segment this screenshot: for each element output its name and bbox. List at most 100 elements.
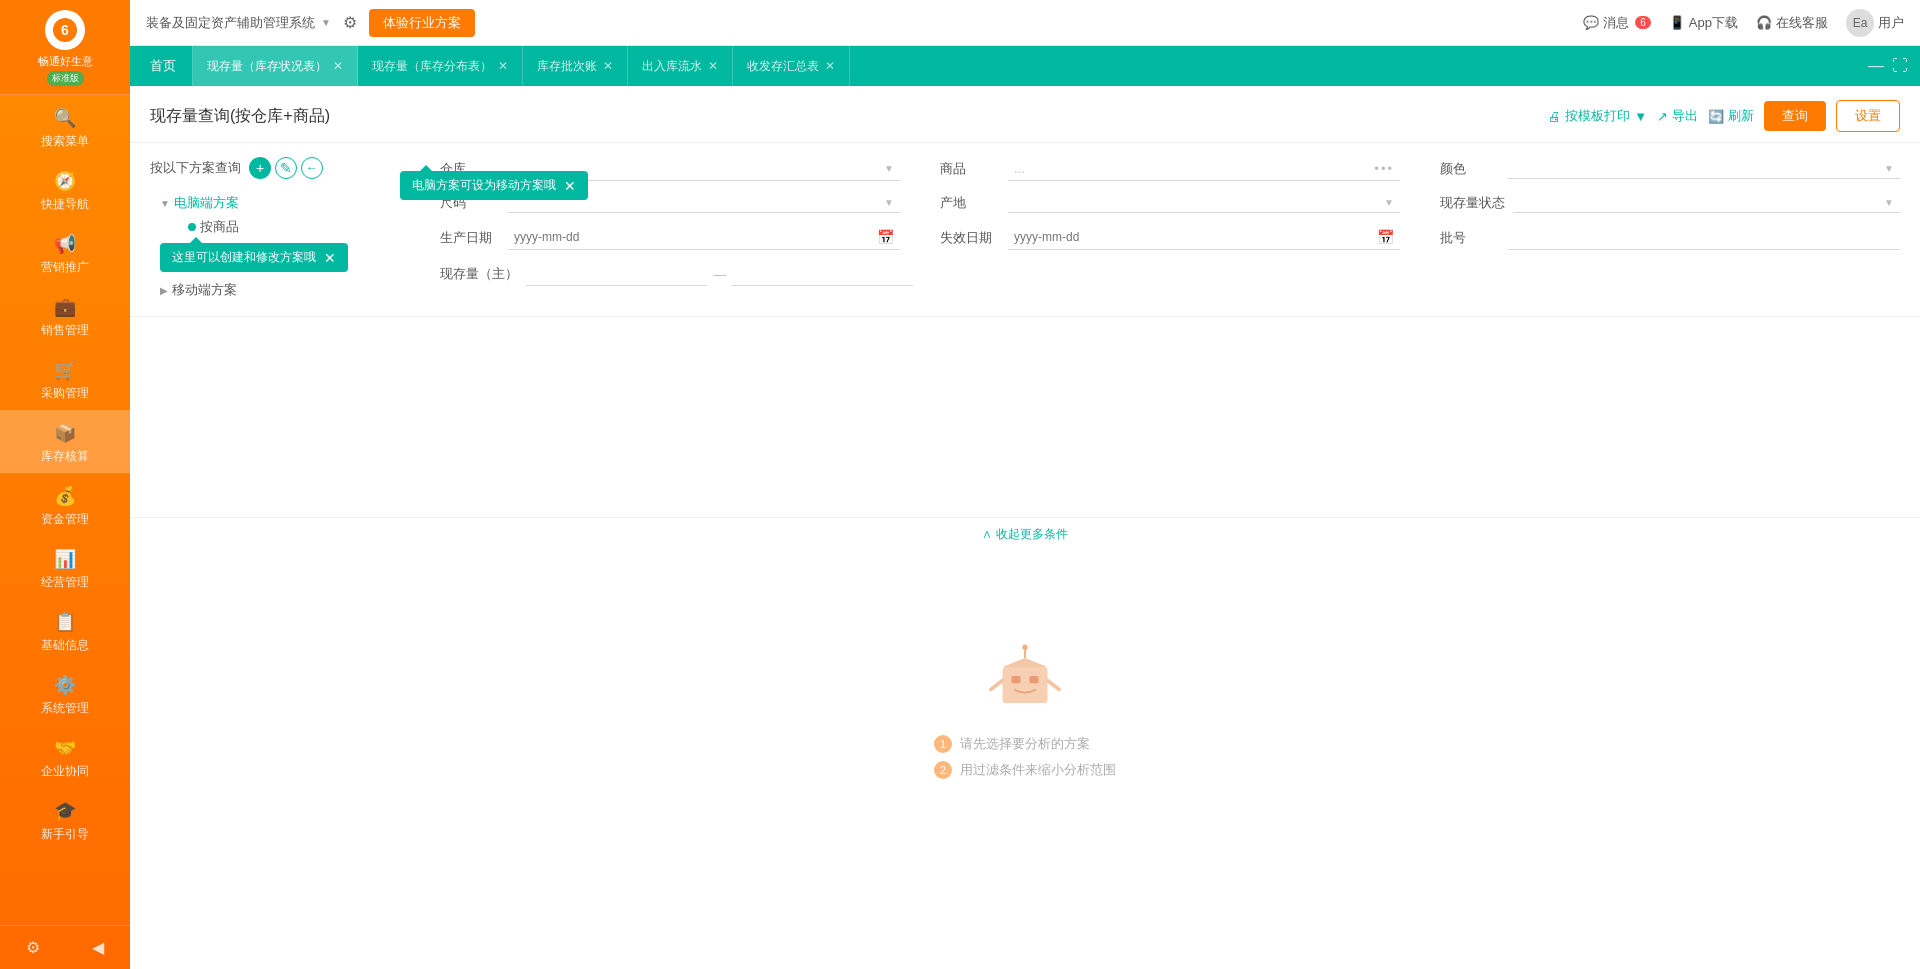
sidebar-item-operations[interactable]: 📊 经营管理 xyxy=(0,536,130,599)
stock-main-range: — xyxy=(526,262,913,286)
tab-inout-flow[interactable]: 出入库流水 ✕ xyxy=(628,46,733,86)
goods-select[interactable]: ... ••• xyxy=(1008,157,1400,181)
tab-bar: 首页 现存量（库存状况表） ✕ 现存量（库存分布表） ✕ 库存批次账 ✕ 出入库… xyxy=(130,46,1920,86)
svg-rect-3 xyxy=(1012,676,1021,683)
stock-status-label: 现存量状态 xyxy=(1440,194,1505,212)
reset-button[interactable]: 设置 xyxy=(1836,100,1900,132)
collapse-bar[interactable]: ∧ 收起更多条件 xyxy=(130,517,1920,551)
tab-label: 库存批次账 xyxy=(537,58,597,75)
origin-select[interactable]: ▼ xyxy=(1008,193,1400,213)
scheme-expand-icon: ▼ xyxy=(160,198,170,209)
filter-area: 按以下方案查询 + ✎ ← 电脑方案可设为移动方案哦 ✕ ▼ 电脑端方案 xyxy=(130,143,1920,317)
search-menu-icon: 🔍 xyxy=(54,107,76,129)
sidebar-item-enterprise[interactable]: 🤝 企业协同 xyxy=(0,725,130,788)
sidebar-item-guide[interactable]: 🎓 新手引导 xyxy=(0,788,130,851)
print-button[interactable]: 🖨 按模板打印 ▼ xyxy=(1548,107,1647,125)
tab-inventory-status[interactable]: 现存量（库存状况表） ✕ xyxy=(193,46,358,86)
industry-solution-button[interactable]: 体验行业方案 xyxy=(369,9,475,37)
export-button[interactable]: ↗ 导出 xyxy=(1657,107,1698,125)
scheme-desktop-label: 电脑端方案 xyxy=(174,194,239,212)
sidebar-item-system[interactable]: ⚙️ 系统管理 xyxy=(0,662,130,725)
sidebar-logo: 6 畅通好生意 标准版 xyxy=(0,0,130,95)
tab-close-icon[interactable]: ✕ xyxy=(825,60,835,72)
filter-add-btn[interactable]: + xyxy=(249,157,271,179)
sidebar-item-label: 库存核算 xyxy=(41,448,89,465)
batch-input[interactable] xyxy=(1508,226,1900,250)
calendar-icon: 📅 xyxy=(877,229,894,245)
sidebar-item-finance[interactable]: 💰 资金管理 xyxy=(0,473,130,536)
notification-action[interactable]: 💬 消息 6 xyxy=(1583,14,1651,32)
chevron-down-icon: ▼ xyxy=(1884,197,1894,208)
tab-home[interactable]: 首页 xyxy=(134,46,193,86)
tab-label: 收发存汇总表 xyxy=(747,58,819,75)
sales-icon: 💼 xyxy=(54,296,76,318)
marketing-icon: 📢 xyxy=(54,233,76,255)
sidebar-item-purchase[interactable]: 🛒 采购管理 xyxy=(0,347,130,410)
tooltip-text: 电脑方案可设为移动方案哦 xyxy=(412,177,556,194)
logo-text: 畅通好生意 xyxy=(38,54,93,69)
chevron-down-icon: ▼ xyxy=(1384,197,1394,208)
user-avatar: Ea xyxy=(1846,9,1874,37)
sidebar-item-basic-info[interactable]: 📋 基础信息 xyxy=(0,599,130,662)
sidebar-collapse-btn[interactable]: ◀ xyxy=(84,934,112,961)
search-button[interactable]: 查询 xyxy=(1764,101,1826,131)
tab-close-icon[interactable]: ✕ xyxy=(498,60,508,72)
basic-info-icon: 📋 xyxy=(54,611,76,633)
tab-maximize-icon[interactable]: ⛶ xyxy=(1892,57,1908,75)
expire-date-field[interactable] xyxy=(1014,230,1377,244)
tab-inventory-dist[interactable]: 现存量（库存分布表） ✕ xyxy=(358,46,523,86)
prod-date-input[interactable]: 📅 xyxy=(508,225,900,250)
tip-num-1: 1 xyxy=(934,735,952,753)
online-support-action[interactable]: 🎧 在线客服 xyxy=(1756,14,1828,32)
chevron-down-icon: ▼ xyxy=(884,197,894,208)
stock-status-select[interactable]: ▼ xyxy=(1513,193,1900,213)
goods-more-icon[interactable]: ••• xyxy=(1374,161,1394,176)
prod-date-field[interactable] xyxy=(514,230,877,244)
scheme-dot-icon xyxy=(188,223,196,231)
filter-row-prod-date: 生产日期 📅 xyxy=(440,225,900,250)
svg-point-6 xyxy=(1022,645,1027,650)
user-action[interactable]: Ea 用户 xyxy=(1846,9,1904,37)
stock-main-min[interactable] xyxy=(526,262,707,286)
tab-close-icon[interactable]: ✕ xyxy=(333,60,343,72)
filter-left-arrow-btn[interactable]: ← xyxy=(301,157,323,179)
tab-batch-ledger[interactable]: 库存批次账 ✕ xyxy=(523,46,628,86)
tab-label: 现存量（库存分布表） xyxy=(372,58,492,75)
scheme-by-goods[interactable]: 按商品 xyxy=(188,215,239,239)
refresh-button[interactable]: 🔄 刷新 xyxy=(1708,107,1754,125)
app-download-action[interactable]: 📱 App下载 xyxy=(1669,14,1738,32)
sidebar-item-inventory[interactable]: 📦 库存核算 xyxy=(0,410,130,473)
filter-edit-btn[interactable]: ✎ xyxy=(275,157,297,179)
tooltip-close-icon[interactable]: ✕ xyxy=(564,178,576,194)
svg-rect-2 xyxy=(1003,667,1048,703)
header-settings-icon[interactable]: ⚙ xyxy=(343,13,357,32)
sidebar-item-quick-nav[interactable]: 🧭 快捷导航 xyxy=(0,158,130,221)
sidebar-settings-btn[interactable]: ⚙ xyxy=(18,934,48,961)
tip-text-2: 用过滤条件来缩小分析范围 xyxy=(960,761,1116,779)
main-area: 装备及固定资产辅助管理系统 ▼ ⚙ 体验行业方案 💬 消息 6 📱 App下载 … xyxy=(130,0,1920,969)
tab-close-icon[interactable]: ✕ xyxy=(708,60,718,72)
quick-nav-icon: 🧭 xyxy=(54,170,76,192)
empty-state: 1 请先选择要分析的方案 2 用过滤条件来缩小分析范围 xyxy=(130,551,1920,867)
expire-date-input[interactable]: 📅 xyxy=(1008,225,1400,250)
system-title-select[interactable]: 装备及固定资产辅助管理系统 ▼ xyxy=(146,14,331,32)
sidebar-item-marketing[interactable]: 📢 营销推广 xyxy=(0,221,130,284)
user-label: 用户 xyxy=(1878,14,1904,32)
sidebar-item-search-menu[interactable]: 🔍 搜索菜单 xyxy=(0,95,130,158)
tab-minimize-icon[interactable]: — xyxy=(1868,57,1884,75)
tooltip2-close-icon[interactable]: ✕ xyxy=(324,250,336,266)
headset-icon: 🎧 xyxy=(1756,15,1772,30)
tab-receive-summary[interactable]: 收发存汇总表 ✕ xyxy=(733,46,850,86)
svg-text:6: 6 xyxy=(61,22,69,38)
purchase-icon: 🛒 xyxy=(54,359,76,381)
tab-label: 现存量（库存状况表） xyxy=(207,58,327,75)
sidebar-item-sales[interactable]: 💼 销售管理 xyxy=(0,284,130,347)
tab-close-icon[interactable]: ✕ xyxy=(603,60,613,72)
color-select[interactable]: ▼ xyxy=(1508,159,1900,179)
filter-row-expire-date: 失效日期 📅 xyxy=(940,225,1400,250)
header-right: 💬 消息 6 📱 App下载 🎧 在线客服 Ea 用户 xyxy=(1583,9,1904,37)
chevron-down-icon: ▼ xyxy=(321,17,331,28)
stock-main-max[interactable] xyxy=(732,262,913,286)
goods-placeholder: ... xyxy=(1014,161,1025,176)
empty-tip-1: 1 请先选择要分析的方案 xyxy=(934,735,1116,753)
